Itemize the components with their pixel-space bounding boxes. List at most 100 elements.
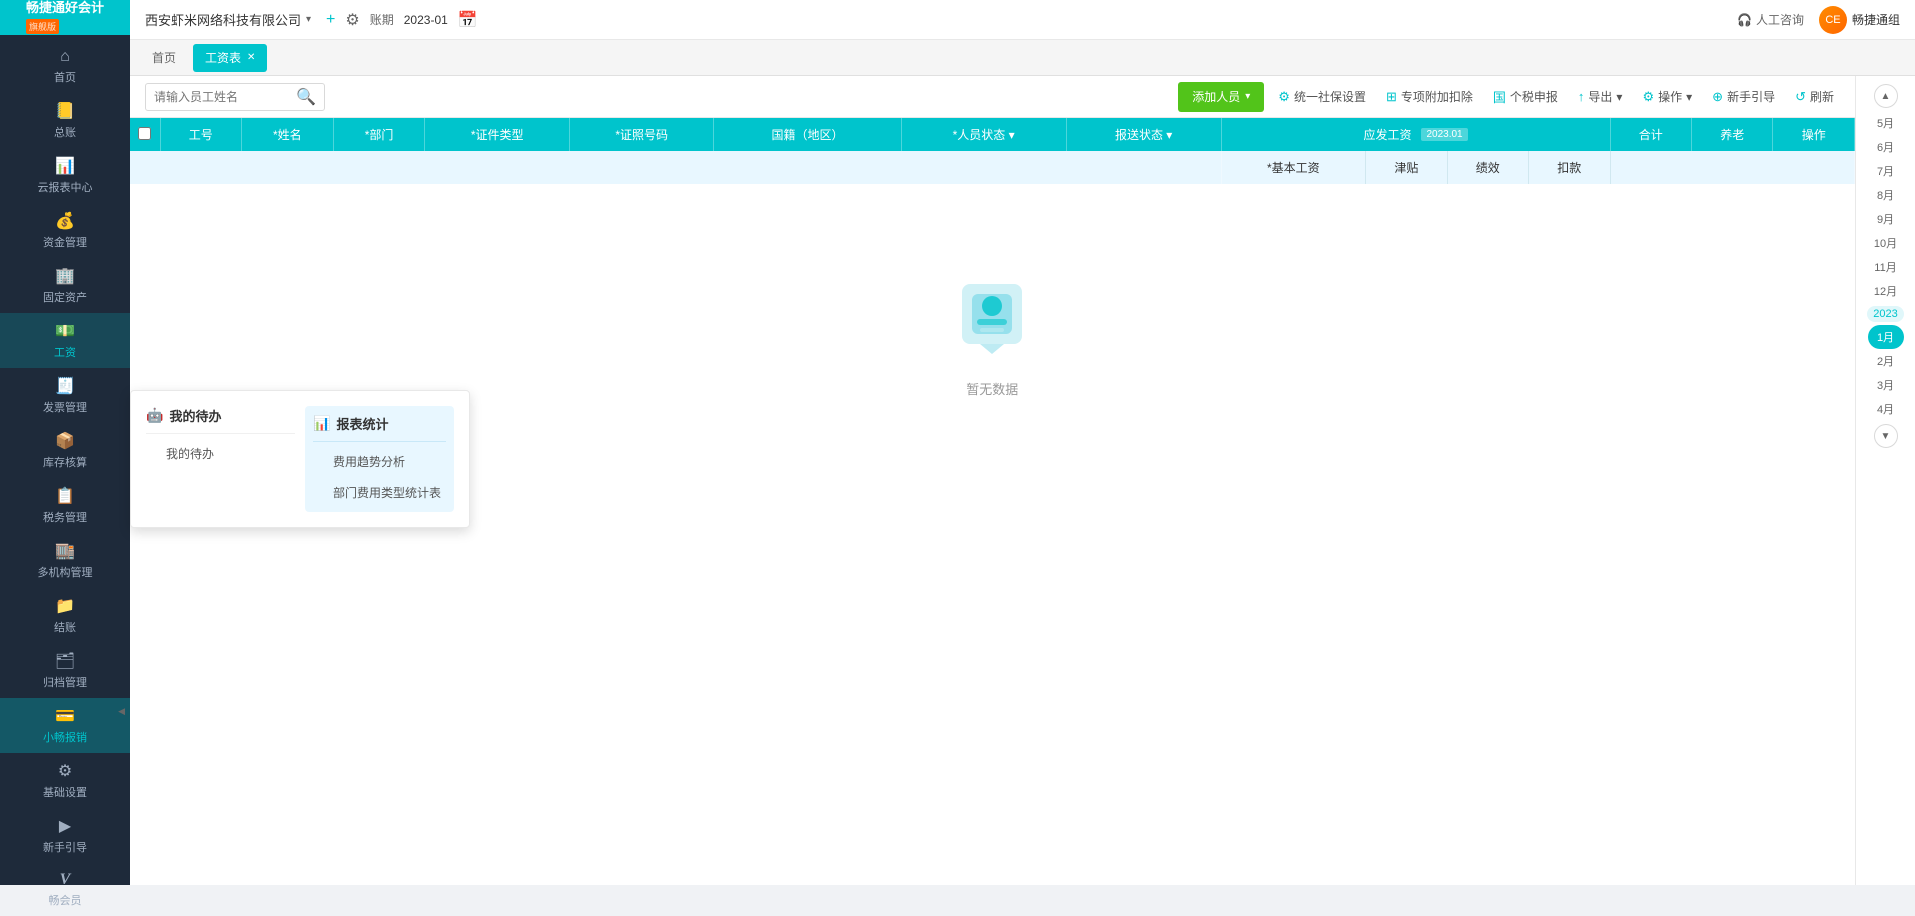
- sidebar-item-invoice[interactable]: 🧾 发票管理: [0, 368, 130, 423]
- timeline-item-2[interactable]: 2月: [1856, 349, 1915, 373]
- sidebar-label-vip: 畅会员: [49, 892, 82, 908]
- social-insurance-label: 统一社保设置: [1294, 88, 1366, 105]
- popup-item-dept-stats[interactable]: 部门费用类型统计表: [313, 481, 446, 504]
- customer-service-button[interactable]: 🎧 人工咨询: [1737, 11, 1804, 28]
- sidebar-item-funds[interactable]: 💰 资金管理: [0, 203, 130, 258]
- timeline-item-1-active[interactable]: 1月: [1868, 325, 1904, 349]
- th-performance: 绩效: [1447, 151, 1528, 184]
- sidebar: 畅捷通好会计 旗舰版 ⌂ 首页 📒 总账 📊 云报表中心 💰 资金管理 🏢 固定…: [0, 0, 130, 885]
- company-selector[interactable]: 西安虾米网络科技有限公司 ▾: [145, 10, 311, 29]
- th-employee-no: 工号: [160, 118, 241, 151]
- operations-button[interactable]: ⚙ 操作 ▾: [1636, 88, 1698, 105]
- sidebar-label-expense: 小畅报销: [43, 729, 87, 745]
- add-person-button[interactable]: 添加人员 ▾: [1178, 82, 1264, 112]
- user-info[interactable]: CE 畅捷通组: [1819, 6, 1900, 34]
- th-base-salary: *基本工资: [1221, 151, 1366, 184]
- sidebar-item-close[interactable]: 📁 结账: [0, 588, 130, 643]
- sidebar-item-salary[interactable]: 💵 工资: [0, 313, 130, 368]
- search-input[interactable]: [154, 90, 291, 104]
- collapse-icon: ◀: [118, 706, 125, 717]
- timeline-item-5[interactable]: 5月: [1856, 111, 1915, 135]
- search-box[interactable]: 🔍: [145, 83, 325, 111]
- period-label: 账期: [370, 11, 394, 28]
- ledger-icon: 📒: [55, 101, 75, 121]
- popup-item-trend[interactable]: 费用趋势分析: [313, 450, 446, 473]
- timeline-up-button[interactable]: ▲: [1874, 84, 1898, 108]
- special-deduction-button[interactable]: ⊞ 专项附加扣除: [1380, 88, 1479, 105]
- sidebar-label-tax: 税务管理: [43, 509, 87, 525]
- select-all-checkbox[interactable]: [138, 127, 151, 140]
- sidebar-item-home[interactable]: ⌂ 首页: [0, 40, 130, 93]
- sidebar-label-home: 首页: [54, 69, 76, 85]
- sidebar-item-inventory[interactable]: 📦 库存核算: [0, 423, 130, 478]
- company-settings-icon[interactable]: ⚙: [345, 10, 359, 30]
- app-logo: 畅捷通好会计 旗舰版: [0, 0, 130, 35]
- headset-icon: 🎧: [1737, 13, 1752, 27]
- empty-illustration: [942, 264, 1042, 364]
- sidebar-item-vip[interactable]: V 畅会员: [0, 863, 130, 916]
- social-insurance-settings-button[interactable]: ⚙ 统一社保设置: [1272, 88, 1372, 105]
- tax-declaration-button[interactable]: 国 个税申报: [1487, 87, 1564, 106]
- sidebar-item-guide[interactable]: ▶ 新手引导: [0, 808, 130, 863]
- tab-close-icon[interactable]: ✕: [247, 52, 255, 63]
- export-label: 导出: [1588, 88, 1612, 105]
- tab-salary[interactable]: 工资表 ✕: [193, 44, 267, 72]
- th-spacer: [130, 151, 1221, 184]
- sidebar-item-assets[interactable]: 🏢 固定资产: [0, 258, 130, 313]
- sidebar-item-reports[interactable]: 📊 云报表中心: [0, 148, 130, 203]
- timeline-item-3[interactable]: 3月: [1856, 373, 1915, 397]
- add-company-button[interactable]: +: [326, 11, 335, 29]
- guide-icon: ▶: [59, 816, 71, 836]
- invoice-icon: 🧾: [55, 376, 75, 396]
- export-button[interactable]: ↑ 导出 ▾: [1572, 88, 1629, 105]
- sidebar-item-multiorg[interactable]: 🏬 多机构管理: [0, 533, 130, 588]
- stats-icon: 📊: [313, 415, 330, 432]
- guide-button[interactable]: ⊕ 新手引导: [1706, 88, 1781, 105]
- funds-icon: 💰: [55, 211, 75, 231]
- timeline-item-9[interactable]: 9月: [1856, 207, 1915, 231]
- vip-icon: V: [60, 871, 71, 889]
- refresh-icon: ↺: [1795, 89, 1806, 105]
- sidebar-item-settings[interactable]: ⚙ 基础设置: [0, 753, 130, 808]
- company-dropdown-icon: ▾: [306, 14, 311, 25]
- timeline-down-button[interactable]: ▼: [1874, 424, 1898, 448]
- popup-section-todo: 🤖 我的待办 我的待办: [146, 406, 295, 512]
- timeline-item-7[interactable]: 7月: [1856, 159, 1915, 183]
- popup-grid: 🤖 我的待办 我的待办 📊 报表统计 费用趋势分析 部门费用类型统计表: [146, 406, 454, 512]
- th-total: 合计: [1610, 118, 1691, 151]
- todo-icon: 🤖: [146, 407, 163, 424]
- th-salary-group: 应发工资 2023.01: [1221, 118, 1610, 151]
- sidebar-item-ledger[interactable]: 📒 总账: [0, 93, 130, 148]
- tax-declaration-label: 个税申报: [1510, 88, 1558, 105]
- timeline-item-11[interactable]: 11月: [1856, 255, 1915, 279]
- timeline-item-4[interactable]: 4月: [1856, 397, 1915, 421]
- sidebar-item-archive[interactable]: 🗂 归档管理: [0, 643, 130, 698]
- refresh-label: 刷新: [1810, 88, 1834, 105]
- timeline-panel: ▲ 5月 6月 7月 8月 9月 10月 11月 12月 2023 1月 2月 …: [1855, 76, 1915, 885]
- popup-reports-title-text: 报表统计: [336, 414, 388, 433]
- timeline-item-8[interactable]: 8月: [1856, 183, 1915, 207]
- operations-label: 操作: [1658, 88, 1682, 105]
- toolbar: 🔍 添加人员 ▾ ⚙ 统一社保设置 ⊞ 专项附加扣除 国 个税申报: [130, 76, 1855, 118]
- th-checkbox[interactable]: [130, 118, 160, 151]
- settings-icon: ⚙: [58, 761, 72, 781]
- sidebar-label-reports: 云报表中心: [38, 179, 93, 195]
- sidebar-item-expense[interactable]: 💳 小畅报销 ◀: [0, 698, 130, 753]
- popup-item-todo[interactable]: 我的待办: [146, 442, 295, 465]
- timeline-item-6[interactable]: 6月: [1856, 135, 1915, 159]
- guide-label: 新手引导: [1727, 88, 1775, 105]
- assets-icon: 🏢: [55, 266, 75, 286]
- sidebar-label-assets: 固定资产: [43, 289, 87, 305]
- refresh-button[interactable]: ↺ 刷新: [1789, 88, 1840, 105]
- top-header: 西安虾米网络科技有限公司 ▾ + ⚙ 账期 2023-01 📅 🎧 人工咨询 C…: [130, 0, 1915, 40]
- tax-icon: 📋: [55, 486, 75, 506]
- add-person-dropdown-icon: ▾: [1245, 91, 1250, 102]
- sidebar-item-tax[interactable]: 📋 税务管理: [0, 478, 130, 533]
- timeline-item-12[interactable]: 12月: [1856, 279, 1915, 303]
- company-name: 西安虾米网络科技有限公司: [145, 10, 301, 29]
- multiorg-icon: 🏬: [55, 541, 75, 561]
- timeline-item-10[interactable]: 10月: [1856, 231, 1915, 255]
- calendar-icon[interactable]: 📅: [458, 10, 478, 30]
- tab-home[interactable]: 首页: [140, 44, 188, 72]
- th-id-type: *证件类型: [425, 118, 570, 151]
